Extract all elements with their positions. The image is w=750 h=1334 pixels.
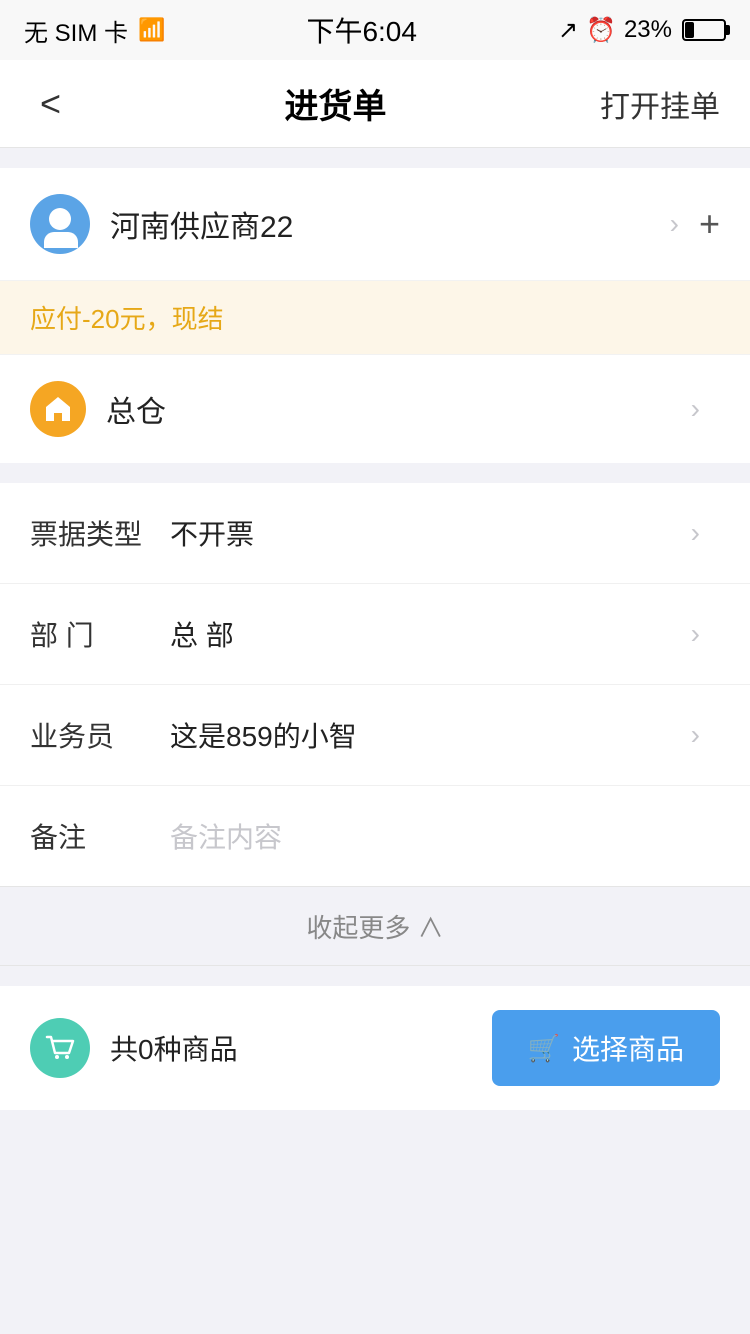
section-gap-1 <box>0 148 750 168</box>
invoice-type-row[interactable]: 票据类型 不开票 › <box>0 483 750 584</box>
salesperson-label: 业务员 <box>30 715 150 755</box>
location-icon: ↗ <box>558 16 578 45</box>
add-supplier-button[interactable]: + <box>699 203 720 245</box>
house-icon <box>42 393 74 425</box>
form-section: 票据类型 不开票 › 部 门 总 部 › 业务员 这是859的小智 › 备注 备… <box>0 483 750 886</box>
salesperson-row[interactable]: 业务员 这是859的小智 › <box>0 685 750 786</box>
status-bar: 无 SIM 卡 📶 下午6:04 ↗ ⏰ 23% <box>0 0 750 60</box>
cart-icon <box>43 1031 77 1065</box>
open-pending-button[interactable]: 打开挂单 <box>600 82 720 126</box>
supplier-chevron-icon: › <box>670 208 679 240</box>
battery-percent: 23% <box>624 16 672 44</box>
supplier-name: 河南供应商22 <box>110 202 670 246</box>
remark-row[interactable]: 备注 备注内容 <box>0 786 750 886</box>
warehouse-row[interactable]: 总仓 › <box>0 354 750 463</box>
nav-bar: < 进货单 打开挂单 <box>0 60 750 148</box>
warehouse-name: 总仓 <box>106 387 691 431</box>
invoice-type-value: 不开票 <box>150 513 691 553</box>
bottom-bar: 共0种商品 🛒 选择商品 <box>0 986 750 1110</box>
select-product-label: 选择商品 <box>572 1028 684 1068</box>
department-label: 部 门 <box>30 614 150 654</box>
carrier-text: 无 SIM 卡 <box>24 13 128 48</box>
alarm-icon: ⏰ <box>586 16 616 45</box>
collapse-label: 收起更多 ∧ <box>306 908 443 945</box>
nav-title: 进货单 <box>285 79 387 128</box>
back-button[interactable]: < <box>30 73 71 135</box>
collapse-button[interactable]: 收起更多 ∧ <box>0 886 750 966</box>
wifi-icon: 📶 <box>138 17 165 43</box>
product-count-text: 共0种商品 <box>110 1028 238 1068</box>
supplier-row[interactable]: 河南供应商22 › + <box>0 168 750 281</box>
select-cart-icon: 🛒 <box>528 1033 560 1064</box>
cart-icon-circle <box>30 1018 90 1078</box>
invoice-type-label: 票据类型 <box>30 513 150 553</box>
page-background <box>0 1110 750 1310</box>
supplier-avatar <box>30 194 90 254</box>
remark-placeholder: 备注内容 <box>150 816 720 856</box>
status-left: 无 SIM 卡 📶 <box>24 13 165 48</box>
invoice-type-chevron-icon: › <box>691 517 700 549</box>
salesperson-value: 这是859的小智 <box>150 715 691 755</box>
battery-icon <box>682 19 726 41</box>
remark-label: 备注 <box>30 816 150 856</box>
status-time: 下午6:04 <box>306 10 417 50</box>
department-chevron-icon: › <box>691 618 700 650</box>
warehouse-icon-circle <box>30 381 86 437</box>
notice-banner: 应付-20元，现结 <box>0 281 750 354</box>
product-count-area: 共0种商品 <box>30 1018 238 1078</box>
supplier-section: 河南供应商22 › + 应付-20元，现结 总仓 › <box>0 168 750 463</box>
department-value: 总 部 <box>150 614 691 654</box>
notice-text: 应付-20元，现结 <box>30 304 224 334</box>
avatar-person-icon <box>44 208 76 240</box>
salesperson-chevron-icon: › <box>691 719 700 751</box>
status-right: ↗ ⏰ 23% <box>558 16 726 45</box>
department-row[interactable]: 部 门 总 部 › <box>0 584 750 685</box>
select-product-button[interactable]: 🛒 选择商品 <box>492 1010 720 1086</box>
warehouse-chevron-icon: › <box>691 393 700 425</box>
